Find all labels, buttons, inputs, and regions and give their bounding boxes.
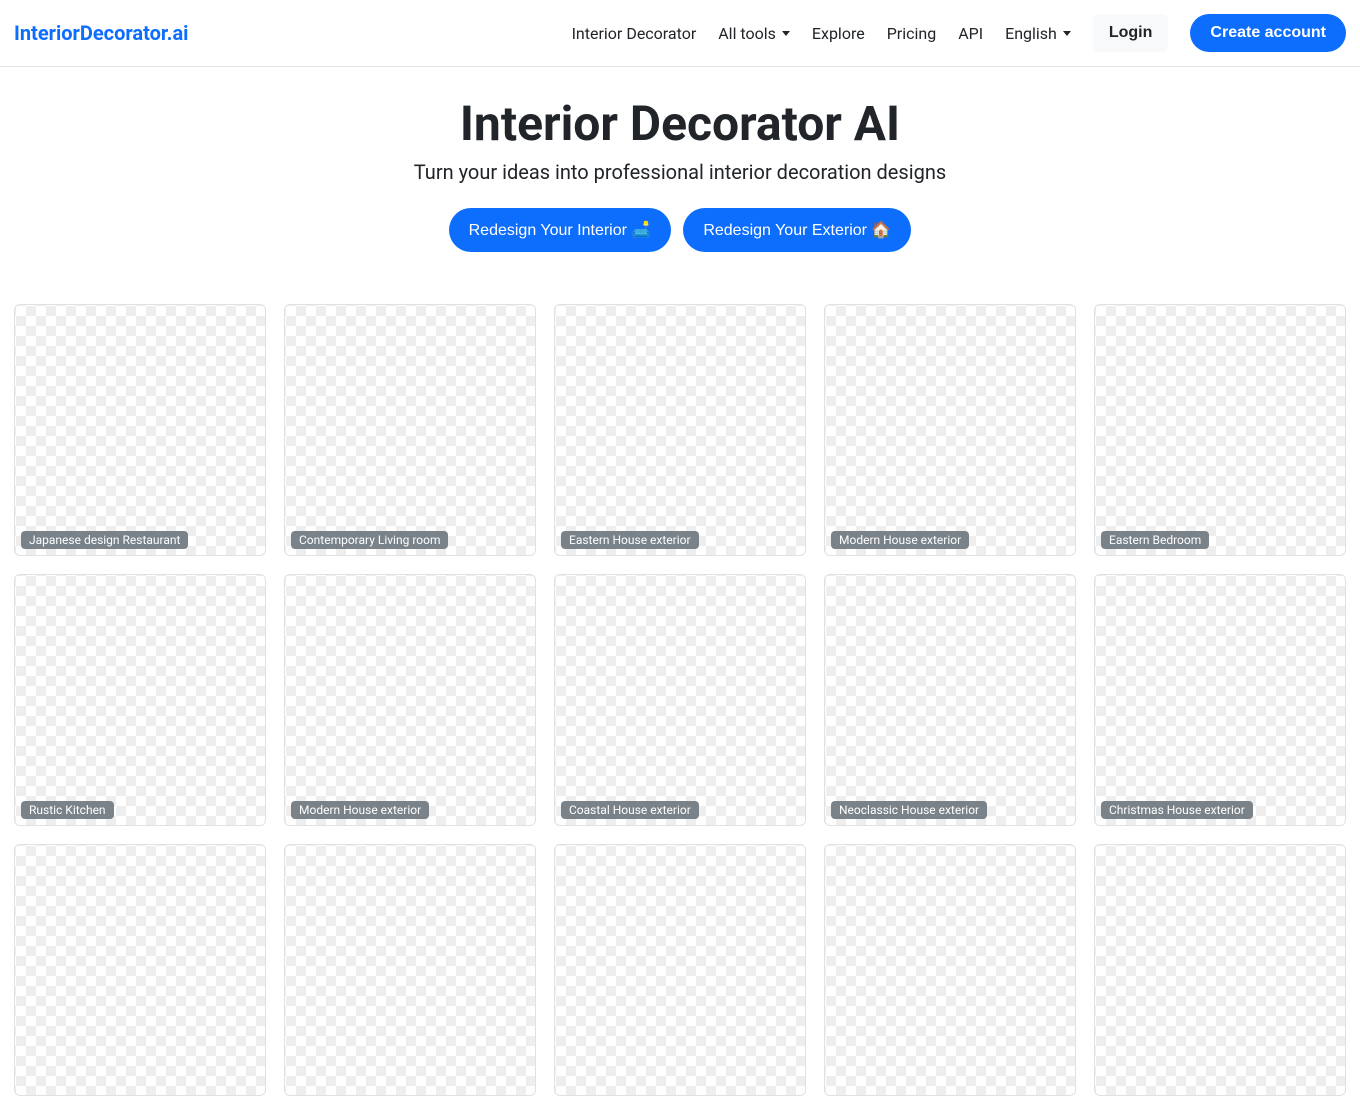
gallery-card[interactable] (824, 844, 1076, 1096)
gallery-card-label: Coastal House exterior (561, 801, 699, 819)
redesign-exterior-button[interactable]: Redesign Your Exterior 🏠 (683, 208, 911, 252)
nav-explore[interactable]: Explore (812, 24, 865, 43)
gallery-card-label: Modern House exterior (831, 531, 969, 549)
gallery-card[interactable]: Japanese design Restaurant (14, 304, 266, 556)
gallery: Japanese design Restaurant Contemporary L… (0, 284, 1360, 1116)
gallery-card[interactable]: Eastern House exterior (554, 304, 806, 556)
create-account-button[interactable]: Create account (1190, 14, 1346, 52)
gallery-card-label: Contemporary Living room (291, 531, 448, 549)
chevron-down-icon (1063, 31, 1071, 36)
nav-api[interactable]: API (958, 24, 983, 43)
gallery-card[interactable]: Modern House exterior (284, 574, 536, 826)
gallery-card[interactable] (284, 844, 536, 1096)
nav-language[interactable]: English (1005, 24, 1071, 43)
nav-all-tools-label: All tools (718, 24, 776, 43)
gallery-card-label: Japanese design Restaurant (21, 531, 188, 549)
cta-row: Redesign Your Interior 🛋️ Redesign Your … (20, 208, 1340, 252)
login-button[interactable]: Login (1093, 14, 1169, 52)
gallery-card[interactable] (14, 844, 266, 1096)
gallery-card-label: Eastern Bedroom (1101, 531, 1209, 549)
gallery-card[interactable]: Eastern Bedroom (1094, 304, 1346, 556)
gallery-card-label: Rustic Kitchen (21, 801, 114, 819)
page-subtitle: Turn your ideas into professional interi… (20, 160, 1340, 184)
nav-language-label: English (1005, 24, 1057, 43)
chevron-down-icon (782, 31, 790, 36)
gallery-card-label: Neoclassic House exterior (831, 801, 987, 819)
logo[interactable]: InteriorDecorator.ai (14, 21, 188, 45)
gallery-card[interactable]: Rustic Kitchen (14, 574, 266, 826)
nav-all-tools[interactable]: All tools (718, 24, 790, 43)
nav-right: Interior Decorator All tools Explore Pri… (572, 14, 1346, 52)
gallery-card-label: Christmas House exterior (1101, 801, 1253, 819)
gallery-card-label: Eastern House exterior (561, 531, 699, 549)
gallery-card[interactable] (554, 844, 806, 1096)
hero: Interior Decorator AI Turn your ideas in… (0, 67, 1360, 284)
redesign-interior-button[interactable]: Redesign Your Interior 🛋️ (449, 208, 672, 252)
gallery-card[interactable]: Neoclassic House exterior (824, 574, 1076, 826)
nav-pricing[interactable]: Pricing (887, 24, 937, 43)
gallery-card[interactable]: Coastal House exterior (554, 574, 806, 826)
gallery-card[interactable] (1094, 844, 1346, 1096)
gallery-card[interactable]: Contemporary Living room (284, 304, 536, 556)
gallery-card-label: Modern House exterior (291, 801, 429, 819)
gallery-card[interactable]: Christmas House exterior (1094, 574, 1346, 826)
header: InteriorDecorator.ai Interior Decorator … (0, 0, 1360, 67)
page-title: Interior Decorator AI (20, 95, 1340, 152)
nav-interior-decorator[interactable]: Interior Decorator (572, 24, 697, 43)
gallery-card[interactable]: Modern House exterior (824, 304, 1076, 556)
